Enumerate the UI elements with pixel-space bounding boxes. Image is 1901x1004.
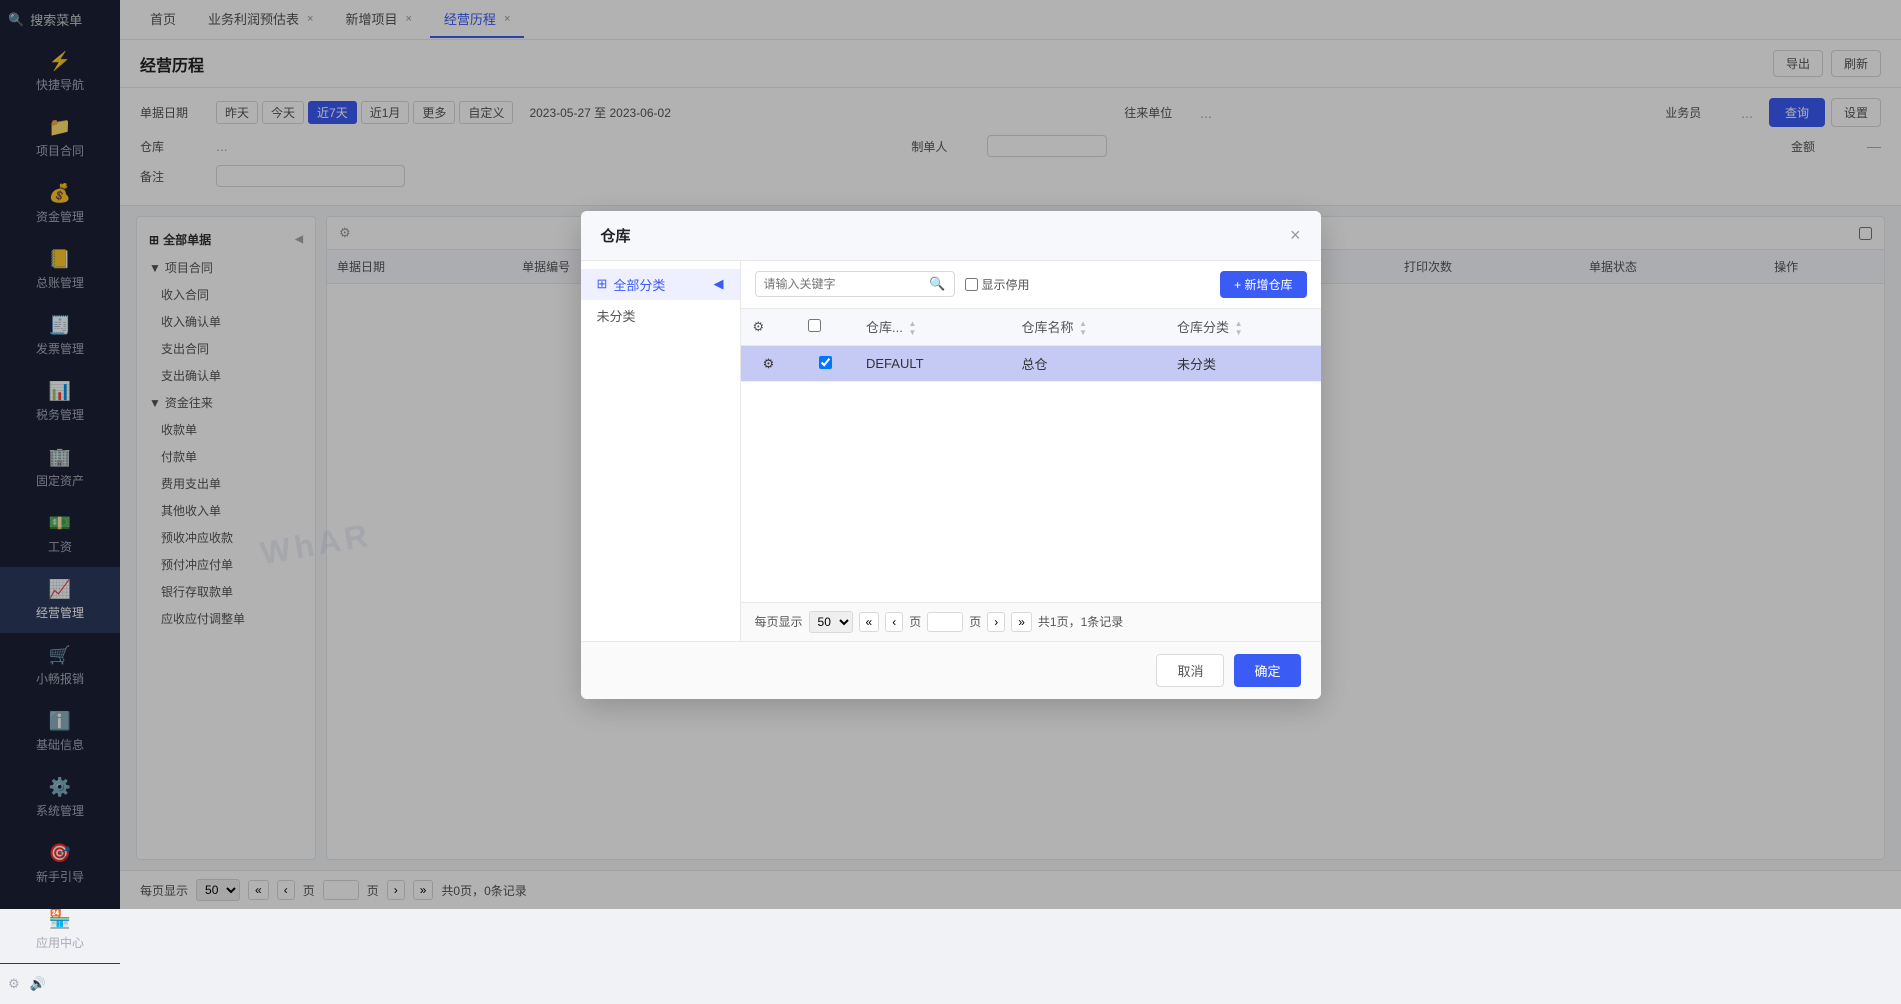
th-code: 仓库... ▲▼ (854, 309, 1009, 346)
search-icon-modal[interactable]: 🔍 (921, 272, 953, 296)
app-center-icon: 🏪 (49, 909, 71, 930)
row-setting[interactable]: ⚙ (741, 346, 797, 382)
modal-last-btn[interactable]: » (1011, 612, 1032, 632)
confirm-button[interactable]: 确定 (1234, 654, 1300, 687)
volume-icon[interactable]: 🔊 (30, 976, 46, 992)
modal-footer: 取消 确定 (581, 641, 1321, 699)
warehouse-modal: 仓库 × ⊞ 全部分类 ◀ 未分类 (581, 211, 1321, 699)
modal-prev-btn[interactable]: ‹ (885, 612, 903, 632)
th-name: 仓库名称 ▲▼ (1009, 309, 1164, 346)
settings-icon[interactable]: ⚙ (8, 976, 20, 992)
modal-body: ⊞ 全部分类 ◀ 未分类 🔍 显示停用 (581, 261, 1321, 641)
modal-left-all[interactable]: ⊞ 全部分类 ◀ (581, 269, 740, 300)
modal-per-page-label: 每页显示 (755, 613, 803, 630)
row-check[interactable] (796, 346, 854, 382)
sidebar-item-label: 应用中心 (36, 934, 84, 951)
row-name: 总仓 (1009, 346, 1164, 382)
th-setting[interactable]: ⚙ (741, 309, 797, 346)
modal-left-unclassified[interactable]: 未分类 (581, 300, 740, 331)
sidebar-bottom: ⚙ 🔊 (0, 963, 120, 1004)
modal-total: 共1页，1条记录 (1038, 613, 1123, 630)
add-warehouse-button[interactable]: + 新增仓库 (1220, 271, 1306, 298)
modal-pagination: 每页显示 50 « ‹ 页 1 页 › » 共1页，1条记录 (741, 602, 1321, 641)
modal-header: 仓库 × (581, 211, 1321, 261)
grid-icon-modal: ⊞ (597, 276, 608, 292)
modal-page-label-2: 页 (969, 613, 981, 630)
modal-next-btn[interactable]: › (987, 612, 1005, 632)
show-disabled-checkbox[interactable] (965, 278, 978, 291)
modal-title: 仓库 (601, 225, 631, 246)
modal-close-button[interactable]: × (1290, 225, 1301, 246)
th-category: 仓库分类 ▲▼ (1165, 309, 1321, 346)
modal-per-page-select[interactable]: 50 (809, 611, 853, 633)
row-category: 未分类 (1165, 346, 1321, 382)
modal-first-btn[interactable]: « (859, 612, 880, 632)
modal-page-input[interactable]: 1 (927, 612, 963, 632)
modal-table: ⚙ 仓库... ▲▼ 仓库名称 ▲▼ (741, 309, 1321, 602)
cancel-button[interactable]: 取消 (1156, 654, 1224, 687)
modal-right-panel: 🔍 显示停用 + 新增仓库 ⚙ (741, 261, 1321, 641)
modal-search-input[interactable] (756, 273, 922, 295)
modal-toolbar: 🔍 显示停用 + 新增仓库 (741, 261, 1321, 309)
modal-select-all[interactable] (808, 319, 821, 332)
modal-left-panel: ⊞ 全部分类 ◀ 未分类 (581, 261, 741, 641)
show-disabled-label[interactable]: 显示停用 (965, 276, 1030, 293)
table-row[interactable]: ⚙ DEFAULT 总仓 未分类 (741, 346, 1321, 382)
row-code: DEFAULT (854, 346, 1009, 382)
modal-search-box: 🔍 (755, 271, 955, 297)
modal-overlay[interactable]: 仓库 × ⊞ 全部分类 ◀ 未分类 (0, 0, 1901, 909)
th-check (796, 309, 854, 346)
modal-page-label: 页 (909, 613, 921, 630)
collapse-icon-modal[interactable]: ◀ (714, 276, 724, 292)
